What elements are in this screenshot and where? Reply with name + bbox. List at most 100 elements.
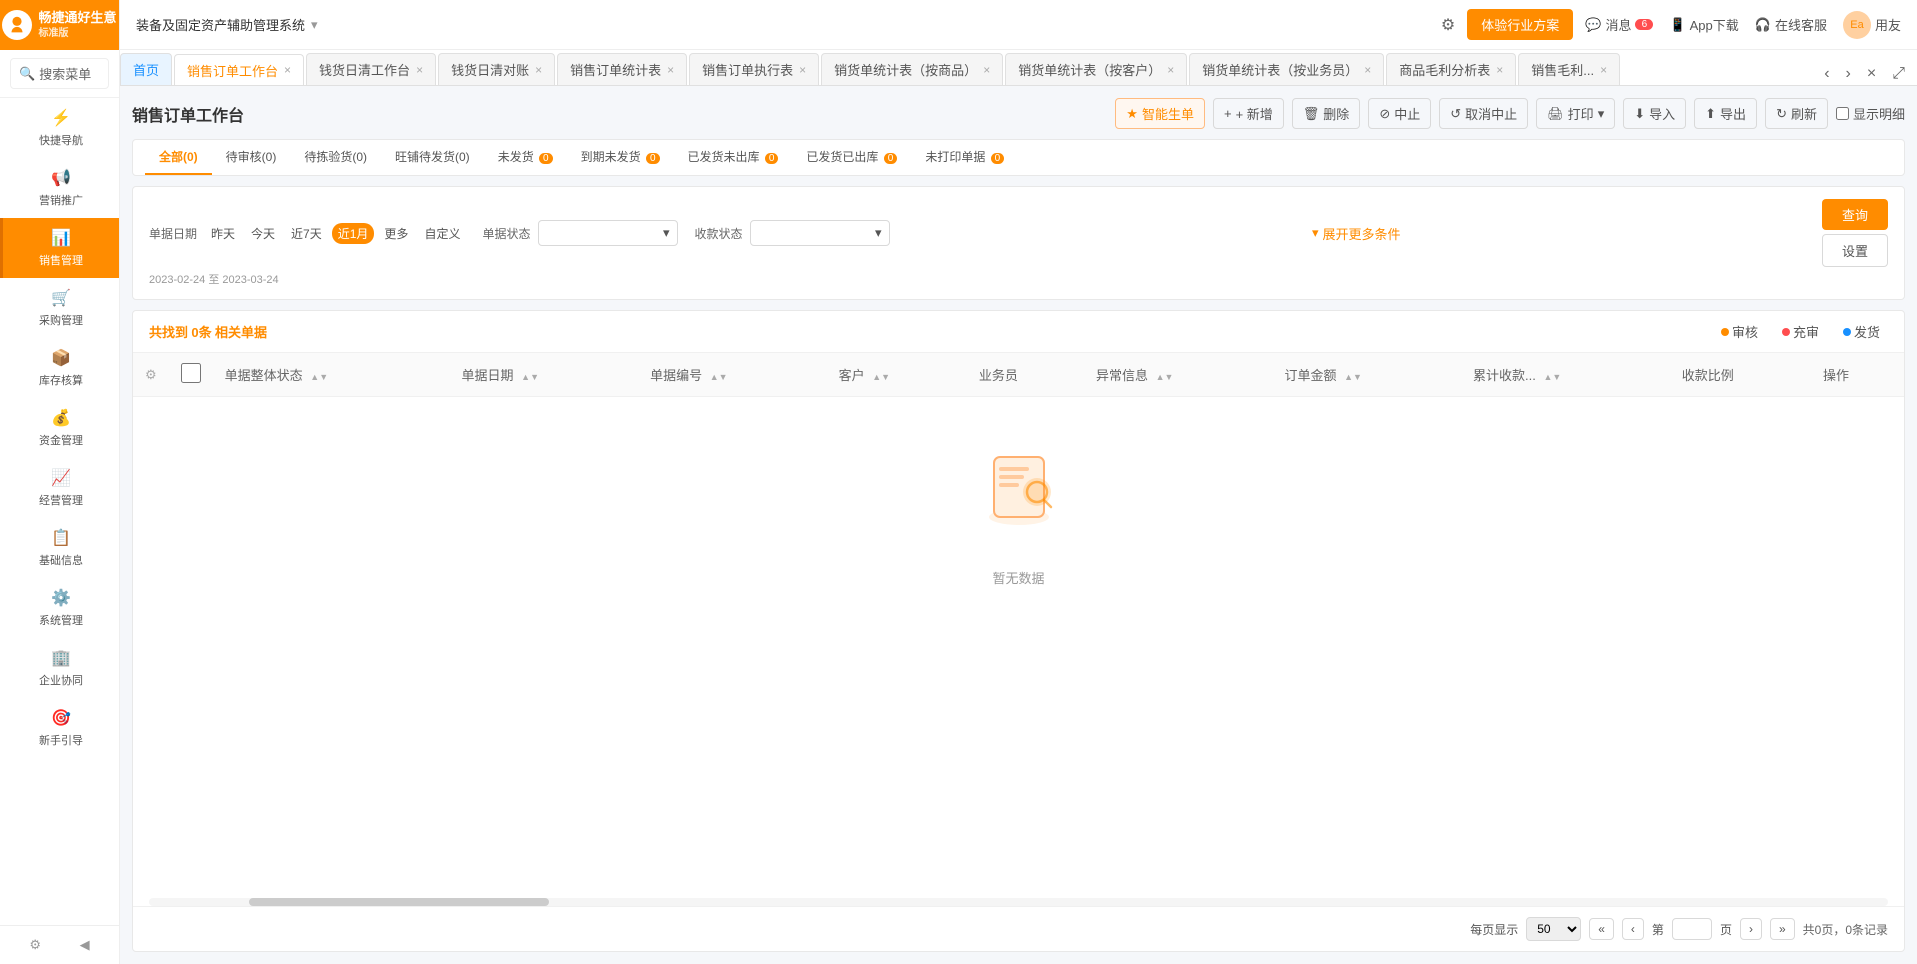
tabs-prev-button[interactable]: ‹ [1818, 63, 1835, 85]
filter-settings-button[interactable]: 设置 [1822, 234, 1888, 267]
tab-close-icon[interactable]: × [416, 63, 423, 77]
tab-sales-by-product[interactable]: 销货单统计表（按商品） × [821, 53, 1003, 85]
tab-cash-clearance[interactable]: 钱货日清工作台 × [306, 53, 436, 85]
query-button[interactable]: 查询 [1822, 199, 1888, 230]
show-detail-checkbox[interactable]: 显示明细 [1836, 104, 1905, 123]
next-page-button[interactable]: › [1740, 918, 1762, 940]
sidebar-item-operation[interactable]: 📈 经营管理 [0, 458, 119, 518]
tab-sales-stats[interactable]: 销售订单统计表 × [557, 53, 687, 85]
select-all-checkbox[interactable] [181, 363, 201, 383]
horizontal-scrollbar[interactable] [149, 898, 1888, 906]
ship-button[interactable]: 发货 [1835, 319, 1888, 344]
tab-close-icon[interactable]: × [1496, 63, 1503, 77]
tab-close-icon[interactable]: × [284, 63, 291, 77]
date-btn-today[interactable]: 今天 [245, 223, 281, 244]
sub-tab-shipped-warehoused[interactable]: 已发货已出库 0 [792, 140, 911, 175]
dropdown-arrow-icon: ▾ [311, 17, 318, 33]
dropdown-arrow-icon: ▾ [663, 225, 670, 241]
sidebar-item-guide[interactable]: 🎯 新手引导 [0, 698, 119, 758]
sub-tab-all[interactable]: 全部(0) [145, 140, 212, 175]
sidebar-collapse-button[interactable]: ◀ [80, 936, 90, 954]
date-btn-7days[interactable]: 近7天 [285, 223, 328, 244]
sidebar-item-purchase[interactable]: 🛒 采购管理 [0, 278, 119, 338]
tabs-close-all-button[interactable]: × [1861, 63, 1882, 85]
user-menu[interactable]: Ea 用友 [1843, 11, 1901, 39]
logo-text: 畅捷通好生意 标准版 [38, 10, 116, 40]
solution-button[interactable]: 体验行业方案 [1467, 9, 1573, 40]
tab-sales-workbench[interactable]: 销售订单工作台 × [174, 54, 304, 86]
tab-close-icon[interactable]: × [667, 63, 674, 77]
filter-row: 单据日期 昨天 今天 近7天 近1月 更多 自定义 单据状态 ▾ [149, 199, 1888, 267]
sub-tab-not-printed[interactable]: 未打印单据 0 [911, 140, 1018, 175]
tab-home[interactable]: 首页 [120, 53, 172, 85]
col-header-number: 单据编号 ▲▼ [638, 353, 827, 397]
sort-icon: ▲▼ [1544, 373, 1562, 382]
tab-close-icon[interactable]: × [1600, 63, 1607, 77]
sidebar-item-inventory[interactable]: 📦 库存核算 [0, 338, 119, 398]
tab-sales-by-employee[interactable]: 销货单统计表（按业务员） × [1189, 53, 1384, 85]
tab-close-icon[interactable]: × [1364, 63, 1371, 77]
prev-page-button[interactable]: ‹ [1622, 918, 1644, 940]
tab-close-icon[interactable]: × [535, 63, 542, 77]
date-btn-1month[interactable]: 近1月 [332, 223, 375, 244]
settings-icon: ⚙ [29, 937, 41, 952]
sub-tab-pending-inspect[interactable]: 待拣验货(0) [290, 140, 381, 175]
date-btn-custom[interactable]: 自定义 [418, 223, 466, 244]
payment-filter-label: 收款状态 [694, 225, 742, 242]
sub-tab-shipped-not-warehoused[interactable]: 已发货未出库 0 [674, 140, 793, 175]
export-button[interactable]: ⬆ 导出 [1694, 98, 1757, 129]
tabs-next-button[interactable]: › [1840, 63, 1857, 85]
refresh-button[interactable]: ↻ 刷新 [1765, 98, 1828, 129]
delete-button[interactable]: 🗑 删除 [1292, 98, 1361, 129]
sub-tab-overdue-not-shipped[interactable]: 到期未发货 0 [567, 140, 674, 175]
un-review-button[interactable]: 充审 [1774, 319, 1827, 344]
sidebar-item-basic[interactable]: 📋 基础信息 [0, 518, 119, 578]
tab-close-icon[interactable]: × [799, 63, 806, 77]
status-select[interactable]: ▾ [538, 220, 678, 246]
import-button[interactable]: ⬇ 导入 [1623, 98, 1686, 129]
page-number-input[interactable]: 1 [1672, 918, 1712, 940]
table-scroll-container[interactable]: ⚙ 单据整体状态 ▲▼ 单据日期 ▲▼ [133, 353, 1904, 898]
page-size-select[interactable]: 50 100 200 [1526, 917, 1581, 941]
review-button[interactable]: 审核 [1713, 319, 1766, 344]
tabs-expand-button[interactable]: ⤢ [1886, 63, 1911, 85]
sidebar-item-enterprise[interactable]: 🏢 企业协同 [0, 638, 119, 698]
message-button[interactable]: 💬 消息 6 [1585, 15, 1653, 34]
app-download-button[interactable]: 📱 App下载 [1669, 15, 1738, 34]
sidebar-item-finance[interactable]: 💰 资金管理 [0, 398, 119, 458]
col-header-ratio: 收款比例 [1670, 353, 1811, 397]
cancel-stop-button[interactable]: ↺ 取消中止 [1439, 98, 1528, 129]
topbar-settings-button[interactable]: ⚙ [1441, 15, 1455, 35]
stop-button[interactable]: ⊘ 中止 [1368, 98, 1431, 129]
search-menu-button[interactable]: 🔍 搜索菜单 [10, 58, 109, 89]
smart-create-button[interactable]: ★ 智能生单 [1115, 98, 1205, 129]
expand-filter-button[interactable]: ▾ 展开更多条件 [1312, 224, 1401, 243]
first-page-button[interactable]: « [1589, 918, 1614, 940]
tab-cash-reconcile[interactable]: 钱货日清对账 × [438, 53, 555, 85]
sub-tab-not-shipped[interactable]: 未发货 0 [484, 140, 567, 175]
tab-gross-margin[interactable]: 商品毛利分析表 × [1386, 53, 1516, 85]
tab-close-icon[interactable]: × [983, 63, 990, 77]
sidebar-settings-button[interactable]: ⚙ [29, 936, 41, 954]
date-btn-yesterday[interactable]: 昨天 [205, 223, 241, 244]
column-settings-icon[interactable]: ⚙ [145, 367, 157, 382]
date-btn-more[interactable]: 更多 [378, 223, 414, 244]
tab-close-icon[interactable]: × [1167, 63, 1174, 77]
sidebar-item-marketing[interactable]: 📢 营销推广 [0, 158, 119, 218]
sub-tab-pending-review[interactable]: 待审核(0) [212, 140, 291, 175]
tab-sales-exec[interactable]: 销售订单执行表 × [689, 53, 819, 85]
online-service-button[interactable]: 🎧 在线客服 [1755, 15, 1827, 34]
add-button[interactable]: + + 新增 [1213, 98, 1284, 129]
sidebar-item-sales[interactable]: 📊 销售管理 [0, 218, 119, 278]
print-button[interactable]: 🖨 打印 ▾ [1536, 98, 1615, 129]
sidebar-item-system[interactable]: ⚙️ 系统管理 [0, 578, 119, 638]
tab-sales-profit[interactable]: 销售毛利... × [1518, 53, 1620, 85]
sidebar-item-quick-nav[interactable]: ⚡ 快捷导航 [0, 98, 119, 158]
system-title: 装备及固定资产辅助管理系统 ▾ [136, 15, 1429, 34]
scrollbar-thumb[interactable] [249, 898, 549, 906]
page-suffix: 页 [1720, 921, 1732, 938]
sub-tab-shop-pending-ship[interactable]: 旺铺待发货(0) [381, 140, 484, 175]
tab-sales-by-customer[interactable]: 销货单统计表（按客户） × [1005, 53, 1187, 85]
last-page-button[interactable]: » [1770, 918, 1795, 940]
payment-select[interactable]: ▾ [750, 220, 890, 246]
